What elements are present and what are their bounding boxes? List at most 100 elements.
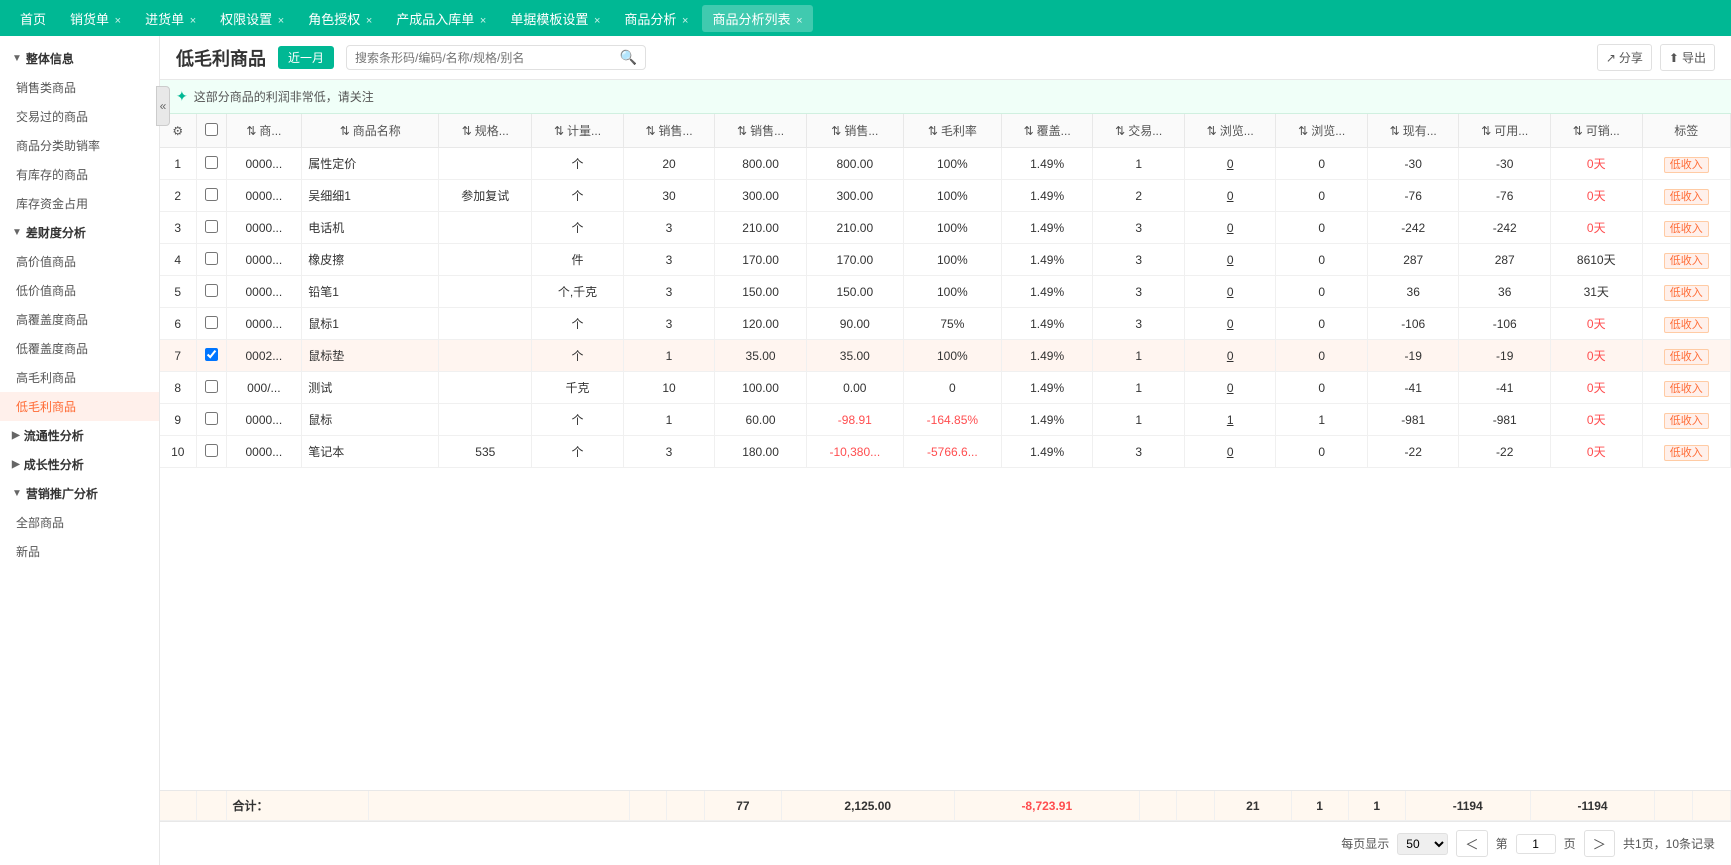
sales-profit-col-header[interactable]: ⇅销售... xyxy=(806,114,903,148)
gross-margin-col-header[interactable]: ⇅毛利率 xyxy=(903,114,1001,148)
row-checkbox[interactable] xyxy=(196,212,226,244)
sidebar-item-inventory-capital[interactable]: 库存资金占用 xyxy=(0,189,159,218)
sidebar-item-category-sales-rate[interactable]: 商品分类助销率 xyxy=(0,131,159,160)
row-views1[interactable]: 0 xyxy=(1184,180,1276,212)
filter-recent-month-button[interactable]: 近一月 xyxy=(278,46,334,69)
row-checkbox[interactable] xyxy=(196,340,226,372)
sidebar-group-circulation[interactable]: ▶ 流通性分析 xyxy=(0,421,159,450)
row-name[interactable]: 属性定价 xyxy=(302,148,439,180)
views1-link[interactable]: 0 xyxy=(1227,253,1234,267)
sidebar-item-stocked-goods[interactable]: 有库存的商品 xyxy=(0,160,159,189)
search-icon[interactable]: 🔍 xyxy=(620,49,637,66)
views1-link[interactable]: 0 xyxy=(1227,157,1234,171)
spec-col-header[interactable]: ⇅规格... xyxy=(439,114,532,148)
row-tag[interactable]: 低收入 xyxy=(1642,372,1731,404)
sidebar-item-new-goods[interactable]: 新品 xyxy=(0,537,159,566)
views1-link[interactable]: 1 xyxy=(1227,413,1234,427)
current-stock-col-header[interactable]: ⇅现有... xyxy=(1367,114,1459,148)
share-button[interactable]: ↗ 分享 xyxy=(1597,44,1652,71)
row-select-checkbox[interactable] xyxy=(205,220,218,233)
sellable-col-header[interactable]: ⇅可销... xyxy=(1550,114,1642,148)
nav-product-entry[interactable]: 产成品入库单 × xyxy=(386,5,496,32)
row-name[interactable]: 鼠标1 xyxy=(302,308,439,340)
row-checkbox[interactable] xyxy=(196,244,226,276)
row-tag[interactable]: 低收入 xyxy=(1642,244,1731,276)
views1-link[interactable]: 0 xyxy=(1227,317,1234,331)
name-col-header[interactable]: ⇅商品名称 xyxy=(302,114,439,148)
row-name[interactable]: 吴细细1 xyxy=(302,180,439,212)
row-checkbox[interactable] xyxy=(196,276,226,308)
row-checkbox[interactable] xyxy=(196,436,226,468)
row-name[interactable]: 铅笔1 xyxy=(302,276,439,308)
views1-link[interactable]: 0 xyxy=(1227,349,1234,363)
checkbox-col-header[interactable] xyxy=(196,114,226,148)
row-select-checkbox[interactable] xyxy=(205,412,218,425)
views1-link[interactable]: 0 xyxy=(1227,221,1234,235)
row-checkbox[interactable] xyxy=(196,180,226,212)
sidebar-item-sales-goods[interactable]: 销售类商品 xyxy=(0,73,159,102)
row-select-checkbox[interactable] xyxy=(205,444,218,457)
available-col-header[interactable]: ⇅可用... xyxy=(1459,114,1551,148)
sidebar-item-traded-goods[interactable]: 交易过的商品 xyxy=(0,102,159,131)
row-views1[interactable]: 0 xyxy=(1184,212,1276,244)
row-checkbox[interactable] xyxy=(196,148,226,180)
nav-roles[interactable]: 角色授权 × xyxy=(298,5,382,32)
views1-link[interactable]: 0 xyxy=(1227,189,1234,203)
row-name[interactable]: 橡皮擦 xyxy=(302,244,439,276)
row-checkbox[interactable] xyxy=(196,404,226,436)
views2-col-header[interactable]: ⇅浏览... xyxy=(1276,114,1368,148)
nav-product-entry-close[interactable]: × xyxy=(480,15,486,27)
row-views1[interactable]: 0 xyxy=(1184,148,1276,180)
row-tag[interactable]: 低收入 xyxy=(1642,308,1731,340)
nav-goods-analysis-close[interactable]: × xyxy=(682,15,688,27)
sidebar-group-growth[interactable]: ▶ 成长性分析 xyxy=(0,450,159,479)
row-views1[interactable]: 0 xyxy=(1184,436,1276,468)
nav-sales-close[interactable]: × xyxy=(115,15,121,27)
sidebar-item-high-value[interactable]: 高价值商品 xyxy=(0,247,159,276)
row-views1[interactable]: 0 xyxy=(1184,244,1276,276)
per-page-select[interactable]: 50 100 200 xyxy=(1397,833,1448,855)
row-views1[interactable]: 0 xyxy=(1184,308,1276,340)
nav-template[interactable]: 单据模板设置 × xyxy=(500,5,610,32)
code-col-header[interactable]: ⇅商... xyxy=(226,114,302,148)
coverage-col-header[interactable]: ⇅覆盖... xyxy=(1001,114,1093,148)
prev-page-button[interactable]: ＜ xyxy=(1456,830,1487,857)
views1-link[interactable]: 0 xyxy=(1227,285,1234,299)
search-input[interactable] xyxy=(355,51,616,65)
row-tag[interactable]: 低收入 xyxy=(1642,148,1731,180)
nav-permissions-close[interactable]: × xyxy=(278,15,284,27)
nav-goods-analysis-list-close[interactable]: × xyxy=(796,15,802,27)
views1-col-header[interactable]: ⇅浏览... xyxy=(1184,114,1276,148)
sales-price-col-header[interactable]: ⇅销售... xyxy=(715,114,807,148)
row-select-checkbox[interactable] xyxy=(205,348,218,361)
nav-purchase-close[interactable]: × xyxy=(190,15,196,27)
row-select-checkbox[interactable] xyxy=(205,284,218,297)
row-select-checkbox[interactable] xyxy=(205,380,218,393)
row-checkbox[interactable] xyxy=(196,308,226,340)
nav-sales[interactable]: 销货单 × xyxy=(60,5,131,32)
row-select-checkbox[interactable] xyxy=(205,252,218,265)
row-views1[interactable]: 0 xyxy=(1184,340,1276,372)
row-tag[interactable]: 低收入 xyxy=(1642,340,1731,372)
sidebar-group-value-analysis[interactable]: ▼ 差财度分析 xyxy=(0,218,159,247)
row-tag[interactable]: 低收入 xyxy=(1642,404,1731,436)
sidebar-item-high-margin[interactable]: 高毛利商品 xyxy=(0,363,159,392)
sidebar-item-low-value[interactable]: 低价值商品 xyxy=(0,276,159,305)
row-name[interactable]: 电话机 xyxy=(302,212,439,244)
row-tag[interactable]: 低收入 xyxy=(1642,180,1731,212)
sidebar-item-all-goods[interactable]: 全部商品 xyxy=(0,508,159,537)
sidebar-collapse-button[interactable]: « xyxy=(156,86,170,126)
nav-template-close[interactable]: × xyxy=(594,15,600,27)
row-select-checkbox[interactable] xyxy=(205,188,218,201)
select-all-checkbox[interactable] xyxy=(205,123,218,136)
row-select-checkbox[interactable] xyxy=(205,156,218,169)
nav-goods-analysis[interactable]: 商品分析 × xyxy=(614,5,698,32)
row-select-checkbox[interactable] xyxy=(205,316,218,329)
export-button[interactable]: ⬆ 导出 xyxy=(1660,44,1715,71)
sidebar-item-high-coverage[interactable]: 高覆盖度商品 xyxy=(0,305,159,334)
row-tag[interactable]: 低收入 xyxy=(1642,212,1731,244)
row-tag[interactable]: 低收入 xyxy=(1642,276,1731,308)
row-tag[interactable]: 低收入 xyxy=(1642,436,1731,468)
row-name[interactable]: 鼠标垫 xyxy=(302,340,439,372)
views1-link[interactable]: 0 xyxy=(1227,445,1234,459)
